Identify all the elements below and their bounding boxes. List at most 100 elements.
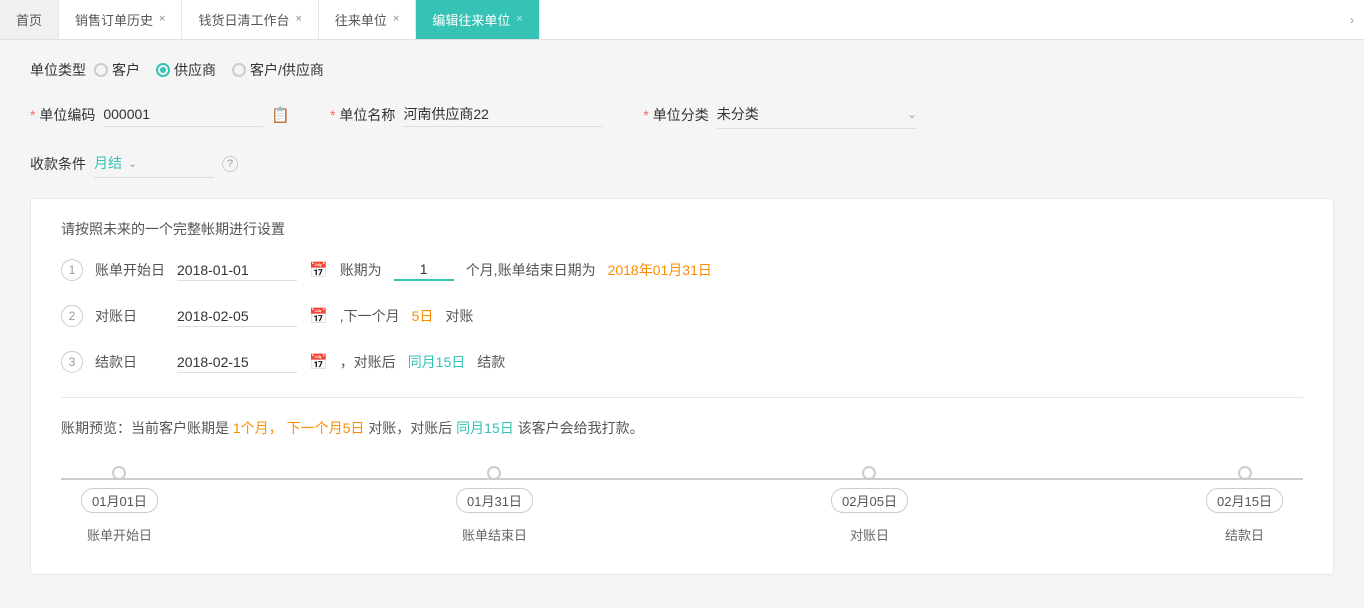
step1-period-end: 2018年01月31日 [608, 260, 712, 280]
step3-suffix-prefix: ，对账后 [340, 352, 396, 372]
step1-period-input[interactable] [394, 259, 454, 281]
step2-suffix-text: 对账 [445, 306, 473, 326]
tab-cashier[interactable]: 钱货日清工作台 × [182, 0, 318, 39]
timeline-dot-2 [862, 466, 876, 480]
step3-label: 结款日 [95, 352, 165, 372]
tab-home-label: 首页 [16, 10, 42, 29]
step3-suffix-text: 结款 [477, 352, 505, 372]
tab-home[interactable]: 首页 [0, 0, 59, 39]
timeline-dot-3 [1238, 466, 1252, 480]
step1-row: 1 账单开始日 📅 账期为 个月,账单结束日期为 2018年01月31日 [61, 259, 1303, 281]
unit-category-label: 单位分类 [643, 105, 708, 125]
timeline-dot-1 [487, 466, 501, 480]
unit-type-row: 单位类型 客户 供应商 客户/供应商 [30, 60, 1334, 80]
unit-category-arrow-icon: ⌄ [908, 108, 917, 121]
radio-customer-circle [94, 63, 108, 77]
payment-terms-value: 月结 [94, 153, 122, 173]
card-title: 请按照未来的一个完整帐期进行设置 [61, 219, 1303, 239]
tab-cashier-close[interactable]: × [295, 14, 301, 25]
step3-calendar-icon[interactable]: 📅 [309, 353, 328, 371]
content-area: 单位类型 客户 供应商 客户/供应商 单位编码 📋 [0, 40, 1364, 608]
unit-category-dropdown[interactable]: 未分类 ⌄ [717, 100, 917, 129]
step3-num: 3 [61, 351, 83, 373]
step1-period-unit: 个月,账单结束日期为 [466, 260, 596, 280]
preview-text: 账期预览：当前客户账期是 1个月， 下一个月5日 对账，对账后 同月15日 该客… [61, 418, 1303, 438]
unit-category-value: 未分类 [717, 104, 902, 124]
timeline-badge-2: 02月05日 [831, 488, 908, 513]
payment-terms-group: 收款条件 月结 ⌄ ? [30, 149, 238, 178]
step2-num: 2 [61, 305, 83, 327]
step1-label: 账单开始日 [95, 260, 165, 280]
radio-supplier-label: 供应商 [174, 60, 216, 80]
payment-terms-dropdown[interactable]: 月结 ⌄ [94, 149, 214, 178]
timeline-label-2: 对账日 [850, 525, 889, 544]
unit-type-label: 单位类型 [30, 60, 86, 80]
radio-group: 客户 供应商 客户/供应商 [94, 60, 324, 80]
timeline-label-3: 结款日 [1225, 525, 1264, 544]
unit-type-group: 单位类型 客户 供应商 客户/供应商 [30, 60, 324, 80]
tab-sales-history[interactable]: 销售订单历史 × [59, 0, 182, 39]
timeline-node-3: 02月15日 结款日 [1206, 466, 1283, 544]
step3-date-input[interactable] [177, 352, 297, 373]
step3-row: 3 结款日 📅 ，对账后 同月15日 结款 [61, 351, 1303, 373]
timeline-label-1: 账单结束日 [462, 525, 527, 544]
settings-card: 请按照未来的一个完整帐期进行设置 1 账单开始日 📅 账期为 个月,账单结束日期… [30, 198, 1334, 575]
radio-supplier-circle [156, 63, 170, 77]
unit-info-row: 单位编码 📋 单位名称 单位分类 未分类 ⌄ [30, 100, 1334, 129]
tab-cashier-label: 钱货日清工作台 [198, 10, 289, 29]
timeline-node-2: 02月05日 对账日 [831, 466, 908, 544]
radio-customer-label: 客户 [112, 60, 140, 80]
payment-terms-help-icon[interactable]: ? [222, 156, 238, 172]
step1-period-prefix: 账期为 [340, 260, 382, 280]
tab-partner-close[interactable]: × [393, 14, 399, 25]
radio-both-label: 客户/供应商 [250, 60, 324, 80]
timeline: 01月01日 账单开始日 01月31日 账单结束日 02月05日 对账日 02月… [61, 466, 1303, 544]
tab-edit-partner-close[interactable]: × [516, 14, 522, 25]
step2-date-input[interactable] [177, 306, 297, 327]
radio-customer[interactable]: 客户 [94, 60, 140, 80]
timeline-badge-0: 01月01日 [81, 488, 158, 513]
payment-terms-row: 收款条件 月结 ⌄ ? [30, 149, 1334, 178]
step2-label: 对账日 [95, 306, 165, 326]
tab-edit-partner[interactable]: 编辑往来单位 × [416, 0, 539, 39]
unit-code-copy-icon[interactable]: 📋 [271, 106, 290, 124]
step3-suffix-day: 同月15日 [408, 352, 466, 372]
unit-code-input[interactable] [103, 102, 263, 127]
step1-date-input[interactable] [177, 260, 297, 281]
timeline-badge-3: 02月15日 [1206, 488, 1283, 513]
timeline-node-0: 01月01日 账单开始日 [81, 466, 158, 544]
timeline-node-1: 01月31日 账单结束日 [456, 466, 533, 544]
tab-partner[interactable]: 往来单位 × [319, 0, 416, 39]
step1-calendar-icon[interactable]: 📅 [309, 261, 328, 279]
radio-supplier[interactable]: 供应商 [156, 60, 216, 80]
tab-sales-history-close[interactable]: × [159, 14, 165, 25]
preview-middle2: 对账，对账后 [368, 420, 452, 436]
unit-name-group: 单位名称 [330, 102, 603, 127]
preview-prefix: 账期预览：当前客户账期是 [61, 420, 229, 436]
tab-partner-label: 往来单位 [335, 10, 387, 29]
payment-terms-arrow-icon: ⌄ [128, 157, 137, 170]
radio-both-circle [232, 63, 246, 77]
preview-suffix: 该客户会给我打款。 [518, 420, 644, 436]
tabs-bar: 首页 销售订单历史 × 钱货日清工作台 × 往来单位 × 编辑往来单位 × › [0, 0, 1364, 40]
timeline-badge-1: 01月31日 [456, 488, 533, 513]
preview-middle: 下一个月5日 [287, 420, 365, 436]
preview-end: 同月15日 [456, 420, 514, 436]
tab-edit-partner-label: 编辑往来单位 [432, 10, 510, 29]
radio-both[interactable]: 客户/供应商 [232, 60, 324, 80]
step2-row: 2 对账日 📅 ,下一个月 5日 对账 [61, 305, 1303, 327]
preview-period: 1个月， [233, 420, 283, 436]
unit-code-label: 单位编码 [30, 105, 95, 125]
timeline-dot-0 [112, 466, 126, 480]
tab-scroll-arrow[interactable]: › [1340, 0, 1364, 39]
step2-suffix-prefix: ,下一个月 [340, 306, 400, 326]
step2-calendar-icon[interactable]: 📅 [309, 307, 328, 325]
step1-num: 1 [61, 259, 83, 281]
unit-name-input[interactable] [403, 102, 603, 127]
tab-sales-history-label: 销售订单历史 [75, 10, 153, 29]
payment-terms-label: 收款条件 [30, 154, 86, 174]
timeline-nodes: 01月01日 账单开始日 01月31日 账单结束日 02月05日 对账日 02月… [81, 466, 1283, 544]
unit-name-label: 单位名称 [330, 105, 395, 125]
step2-suffix-day: 5日 [412, 306, 434, 326]
timeline-label-0: 账单开始日 [87, 525, 152, 544]
